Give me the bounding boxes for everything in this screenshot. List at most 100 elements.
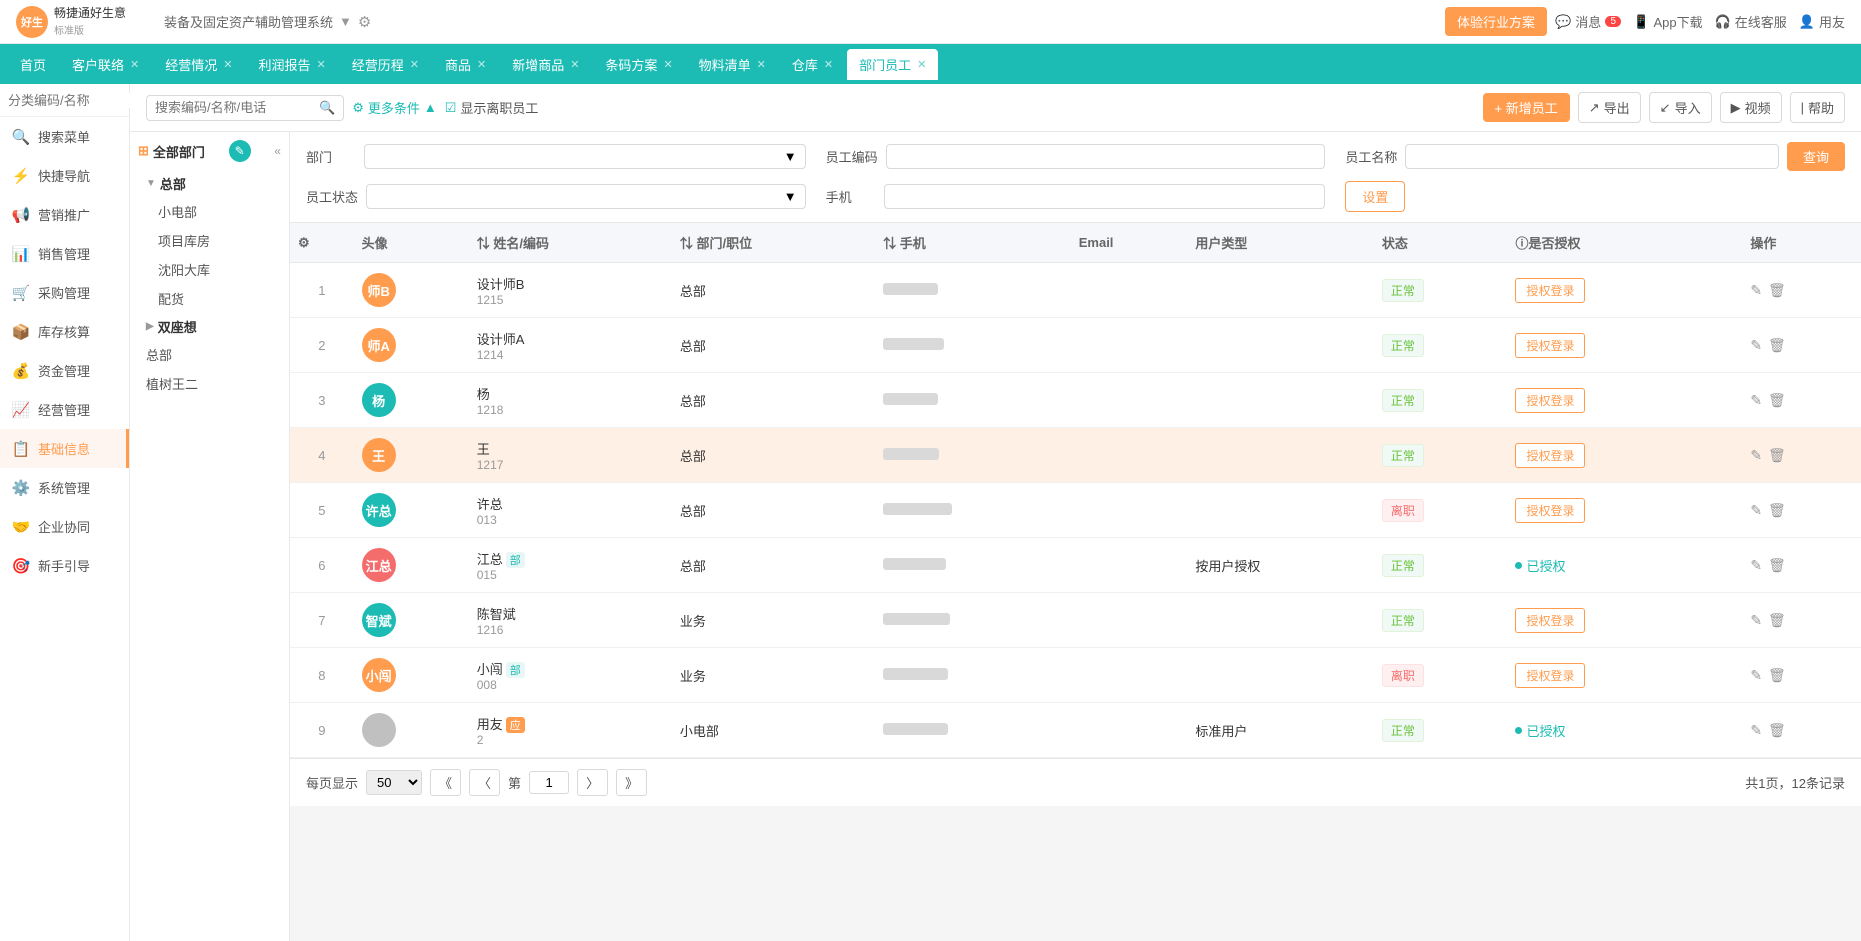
tab-new-goods-close[interactable]: ✕ [570, 58, 579, 71]
tab-goods[interactable]: 商品 ✕ [433, 49, 498, 80]
tab-barcode[interactable]: 条码方案 ✕ [593, 49, 684, 80]
sidebar-item-search[interactable]: 🔍 搜索菜单 [0, 117, 129, 156]
auth-button[interactable]: 授权登录 [1515, 608, 1585, 633]
sidebar-item-collab[interactable]: 🤝 企业协同 [0, 507, 129, 546]
dept-item-shenyang[interactable]: 沈阳大库 [150, 255, 281, 284]
auth-button[interactable]: 授权登录 [1515, 388, 1585, 413]
online-service-btn[interactable]: 🎧 在线客服 [1715, 12, 1787, 31]
col-phone[interactable]: ⇅ 手机 [875, 223, 1071, 263]
sidebar-item-basic[interactable]: 📋 基础信息 [0, 429, 129, 468]
search-icon[interactable]: 🔍 [319, 100, 335, 116]
tab-history[interactable]: 经营历程 ✕ [340, 49, 431, 80]
tab-warehouse[interactable]: 仓库 ✕ [780, 49, 845, 80]
dept-collapse-btn[interactable]: « [274, 144, 281, 158]
delete-icon[interactable]: 🗑 [1768, 282, 1786, 299]
sidebar-item-marketing[interactable]: 📢 营销推广 [0, 195, 129, 234]
query-button[interactable]: 查询 [1787, 142, 1845, 171]
dropdown-arrow-icon[interactable]: ▼ [339, 14, 352, 29]
auth-button[interactable]: 授权登录 [1515, 498, 1585, 523]
delete-icon[interactable]: 🗑 [1768, 392, 1786, 409]
tab-barcode-close[interactable]: ✕ [663, 58, 672, 71]
edit-icon[interactable]: ✎ [1750, 447, 1762, 464]
tab-management[interactable]: 经营情况 ✕ [153, 49, 244, 80]
dept-all-btn[interactable]: ⊞ 全部部门 [138, 142, 205, 161]
per-page-select[interactable]: 50 100 [366, 770, 422, 795]
tab-home[interactable]: 首页 [8, 49, 58, 80]
edit-icon[interactable]: ✎ [1750, 722, 1762, 739]
export-button[interactable]: ↗ 导出 [1578, 92, 1641, 123]
tab-department[interactable]: 部门员工 ✕ [847, 49, 938, 80]
edit-icon[interactable]: ✎ [1750, 612, 1762, 629]
auth-button[interactable]: 授权登录 [1515, 443, 1585, 468]
dept-item-zongbu[interactable]: 总部 [138, 340, 281, 369]
dept-item-xiaodian[interactable]: 小电部 [150, 197, 281, 226]
delete-icon[interactable]: 🗑 [1768, 667, 1786, 684]
page-number-input[interactable] [529, 771, 569, 794]
col-name[interactable]: ⇅ 姓名/编码 [469, 223, 672, 263]
tab-history-close[interactable]: ✕ [410, 58, 419, 71]
last-page-btn[interactable]: 》 [616, 769, 647, 796]
dept-item-project[interactable]: 项目库房 [150, 226, 281, 255]
tab-profit[interactable]: 利润报告 ✕ [246, 49, 337, 80]
sidebar-item-finance[interactable]: 💰 资金管理 [0, 351, 129, 390]
tab-department-close[interactable]: ✕ [917, 58, 926, 71]
auth-button[interactable]: 授权登录 [1515, 663, 1585, 688]
help-button[interactable]: | 帮助 [1790, 92, 1845, 123]
tab-management-close[interactable]: ✕ [223, 58, 232, 71]
edit-icon[interactable]: ✎ [1750, 502, 1762, 519]
col-settings[interactable]: ⚙ [290, 223, 354, 263]
tab-profit-close[interactable]: ✕ [317, 58, 326, 71]
show-resigned-toggle[interactable]: ☑ 显示离职员工 [445, 98, 539, 117]
emp-name-input[interactable] [1405, 144, 1779, 169]
settings-icon[interactable]: ⚙ [358, 13, 371, 31]
add-employee-button[interactable]: + 新增员工 [1483, 93, 1570, 122]
filter-btn[interactable]: ⚙ 更多条件 ▲ [352, 98, 437, 117]
view-button[interactable]: ▶ 视频 [1720, 92, 1782, 123]
app-download-btn[interactable]: 📱 App下载 [1633, 12, 1702, 31]
auth-button[interactable]: 授权登录 [1515, 333, 1585, 358]
user-area[interactable]: 👤 用友 [1799, 12, 1845, 31]
sidebar-item-sales[interactable]: 📊 销售管理 [0, 234, 129, 273]
message-btn[interactable]: 💬 消息 5 [1555, 12, 1621, 31]
import-button[interactable]: ↙ 导入 [1649, 92, 1712, 123]
tab-customer[interactable]: 客户联络 ✕ [60, 49, 151, 80]
set-button[interactable]: 设置 [1345, 181, 1405, 212]
tab-customer-close[interactable]: ✕ [130, 58, 139, 71]
emp-code-input[interactable] [886, 144, 1326, 169]
delete-icon[interactable]: 🗑 [1768, 502, 1786, 519]
dept-filter-select[interactable]: ▼ [364, 144, 806, 169]
col-dept[interactable]: ⇅ 部门/职位 [672, 223, 875, 263]
sidebar-item-shortcut[interactable]: ⚡ 快捷导航 [0, 156, 129, 195]
delete-icon[interactable]: 🗑 [1768, 557, 1786, 574]
tab-new-goods[interactable]: 新增商品 ✕ [500, 49, 591, 80]
dept-group-zongbu[interactable]: ▼ 总部 [138, 170, 281, 197]
dept-item-distribution[interactable]: 配货 [150, 284, 281, 313]
sidebar-item-system[interactable]: ⚙️ 系统管理 [0, 468, 129, 507]
delete-icon[interactable]: 🗑 [1768, 722, 1786, 739]
tab-goods-close[interactable]: ✕ [477, 58, 486, 71]
status-filter-select[interactable]: ▼ [366, 184, 806, 209]
sidebar-item-purchase[interactable]: 🛒 采购管理 [0, 273, 129, 312]
auth-button[interactable]: 授权登录 [1515, 278, 1585, 303]
first-page-btn[interactable]: 《 [430, 769, 461, 796]
edit-icon[interactable]: ✎ [1750, 282, 1762, 299]
delete-icon[interactable]: 🗑 [1768, 447, 1786, 464]
edit-icon[interactable]: ✎ [1750, 392, 1762, 409]
dept-item-zhishu[interactable]: 植树王二 [138, 369, 281, 398]
phone-input[interactable] [884, 184, 1326, 209]
dept-edit-icon[interactable]: ✎ [229, 140, 251, 162]
search-input[interactable] [155, 100, 315, 115]
tab-bom[interactable]: 物料清单 ✕ [687, 49, 778, 80]
edit-icon[interactable]: ✎ [1750, 337, 1762, 354]
tab-bom-close[interactable]: ✕ [757, 58, 766, 71]
edit-icon[interactable]: ✎ [1750, 667, 1762, 684]
sidebar-item-guide[interactable]: 🎯 新手引导 [0, 546, 129, 585]
delete-icon[interactable]: 🗑 [1768, 612, 1786, 629]
next-page-btn[interactable]: 〉 [577, 769, 608, 796]
experience-button[interactable]: 体验行业方案 [1445, 7, 1547, 36]
sidebar-item-inventory[interactable]: 📦 库存核算 [0, 312, 129, 351]
sidebar-item-operation[interactable]: 📈 经营管理 [0, 390, 129, 429]
delete-icon[interactable]: 🗑 [1768, 337, 1786, 354]
edit-icon[interactable]: ✎ [1750, 557, 1762, 574]
prev-page-btn[interactable]: 〈 [469, 769, 500, 796]
